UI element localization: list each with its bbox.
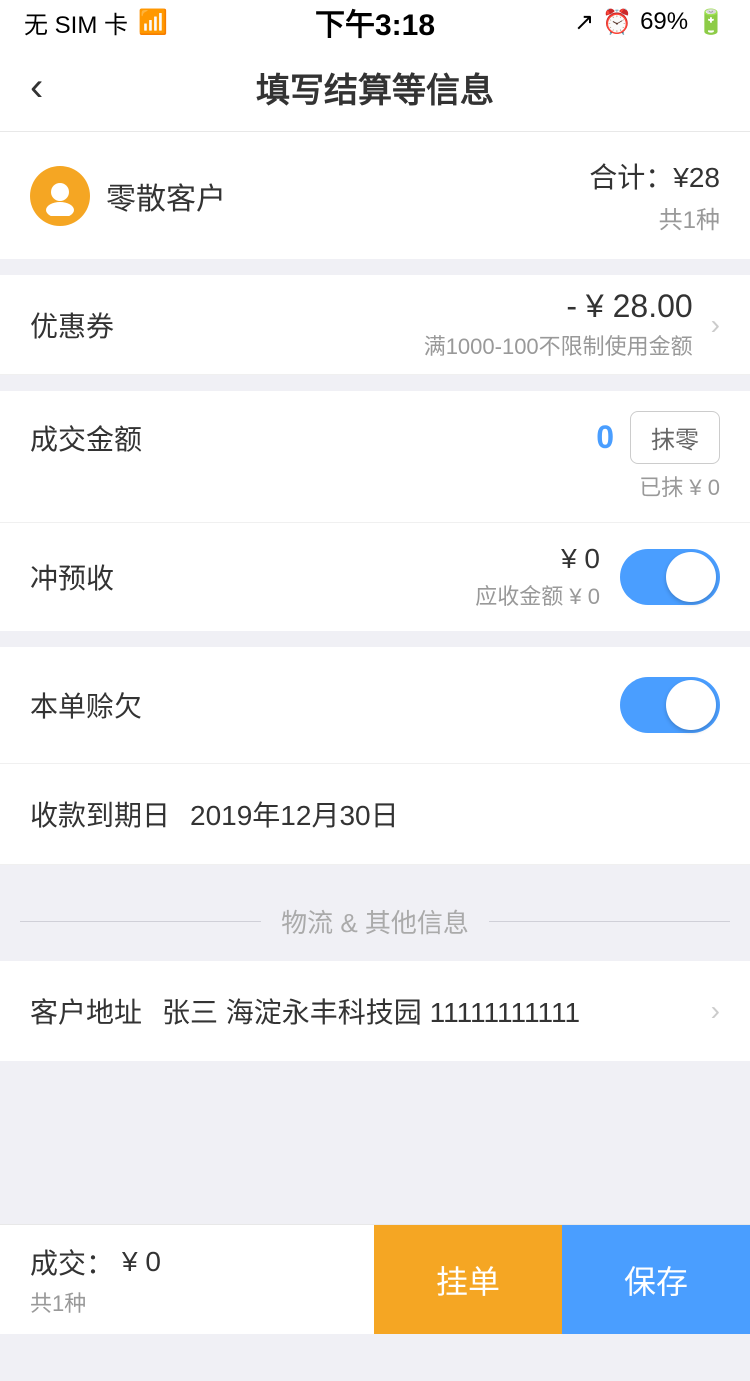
deal-value[interactable]: 0 <box>554 419 614 456</box>
wifi-icon: 📶 <box>138 8 168 37</box>
coupon-desc: 满1000-100不限制使用金额 <box>424 329 693 361</box>
prepay-label: 冲预收 <box>30 557 114 597</box>
address-chevron-icon: › <box>711 995 720 1027</box>
alarm-icon: ⏰ <box>602 8 632 37</box>
coupon-stack: - ¥ 28.00 满1000-100不限制使用金额 <box>424 288 693 361</box>
status-bar: 无 SIM 卡 📶 下午3:18 ↗ ⏰ 69% 🔋 <box>0 0 750 44</box>
hang-single-button[interactable]: 挂单 <box>374 1225 562 1334</box>
bottom-deal-row: 成交： ¥ 0 <box>30 1242 344 1282</box>
battery-icon: 🔋 <box>696 8 726 37</box>
coupon-label: 优惠券 <box>30 305 114 345</box>
status-left: 无 SIM 卡 📶 <box>24 5 168 40</box>
deal-input-area: 0 抹零 <box>554 411 720 464</box>
divider-3 <box>0 631 750 647</box>
divider-1 <box>0 259 750 275</box>
toggle-knob <box>666 552 716 602</box>
battery-text: 69% <box>640 8 688 36</box>
bottom-deal-label: 成交： <box>30 1242 114 1282</box>
prepay-row: 冲预收 ¥ 0 应收金额 ¥ 0 <box>0 523 750 631</box>
customer-row: 零散客户 合计：¥28 共1种 <box>0 132 750 259</box>
deal-top: 成交金额 0 抹零 <box>30 411 720 464</box>
page-title: 填写结算等信息 <box>256 63 494 112</box>
coupon-right: - ¥ 28.00 满1000-100不限制使用金额 › <box>424 288 720 361</box>
location-icon: ↗ <box>574 8 594 37</box>
coupon-row[interactable]: 优惠券 - ¥ 28.00 满1000-100不限制使用金额 › <box>0 275 750 375</box>
prepay-toggle[interactable] <box>620 549 720 605</box>
status-time: 下午3:18 <box>315 0 435 44</box>
bottom-left: 成交： ¥ 0 共1种 <box>0 1225 374 1334</box>
bottom-bar: 成交： ¥ 0 共1种 挂单 保存 <box>0 1224 750 1334</box>
back-button[interactable]: ‹ <box>30 65 43 110</box>
prepay-sub: 应收金额 ¥ 0 <box>475 579 600 611</box>
customer-total: 合计：¥28 共1种 <box>589 156 720 235</box>
prepay-amount: ¥ 0 <box>475 543 600 575</box>
debt-label: 本单赊欠 <box>30 685 142 725</box>
due-date-label: 收款到期日 <box>30 794 170 834</box>
round-zero-button[interactable]: 抹零 <box>630 411 720 464</box>
nav-bar: ‹ 填写结算等信息 <box>0 44 750 132</box>
avatar <box>30 166 90 226</box>
bottom-deal-amount: ¥ 0 <box>122 1246 161 1278</box>
customer-left: 零散客户 <box>30 166 226 226</box>
chevron-right-icon: › <box>711 309 720 341</box>
hang-single-label: 挂单 <box>436 1257 500 1303</box>
deal-label: 成交金额 <box>30 418 142 458</box>
prepay-stack: ¥ 0 应收金额 ¥ 0 <box>475 543 600 611</box>
carrier-text: 无 SIM 卡 <box>24 5 128 40</box>
section-line-left <box>20 921 261 922</box>
toggle-knob-debt <box>666 680 716 730</box>
deal-sub-text: 已抹 ¥ 0 <box>639 470 720 502</box>
address-row[interactable]: 客户地址 张三 海淀永丰科技园 11111111111 › <box>0 961 750 1061</box>
save-label: 保存 <box>624 1257 688 1303</box>
address-value: 张三 海淀永丰科技园 11111111111 <box>162 991 703 1031</box>
section-line-right <box>489 921 730 922</box>
section-header: 物流 & 其他信息 <box>0 881 750 961</box>
total-count: 共1种 <box>589 200 720 235</box>
prepay-right: ¥ 0 应收金额 ¥ 0 <box>475 543 720 611</box>
debt-row: 本单赊欠 <box>0 647 750 764</box>
deal-amount-row: 成交金额 0 抹零 已抹 ¥ 0 <box>0 391 750 523</box>
content-area: 零散客户 合计：¥28 共1种 优惠券 - ¥ 28.00 满1000-100不… <box>0 132 750 1381</box>
coupon-amount: - ¥ 28.00 <box>424 288 693 325</box>
customer-name: 零散客户 <box>106 174 226 218</box>
save-button[interactable]: 保存 <box>562 1225 750 1334</box>
debt-toggle[interactable] <box>620 677 720 733</box>
deal-bottom: 已抹 ¥ 0 <box>30 470 720 502</box>
due-date-value: 2019年12月30日 <box>190 794 399 834</box>
divider-4 <box>0 865 750 881</box>
address-label: 客户地址 <box>30 991 142 1031</box>
due-date-row[interactable]: 收款到期日 2019年12月30日 <box>0 764 750 865</box>
bottom-count: 共1种 <box>30 1286 344 1318</box>
total-amount: 合计：¥28 <box>589 156 720 196</box>
status-right: ↗ ⏰ 69% 🔋 <box>574 8 726 37</box>
divider-2 <box>0 375 750 391</box>
section-header-text: 物流 & 其他信息 <box>281 903 469 940</box>
